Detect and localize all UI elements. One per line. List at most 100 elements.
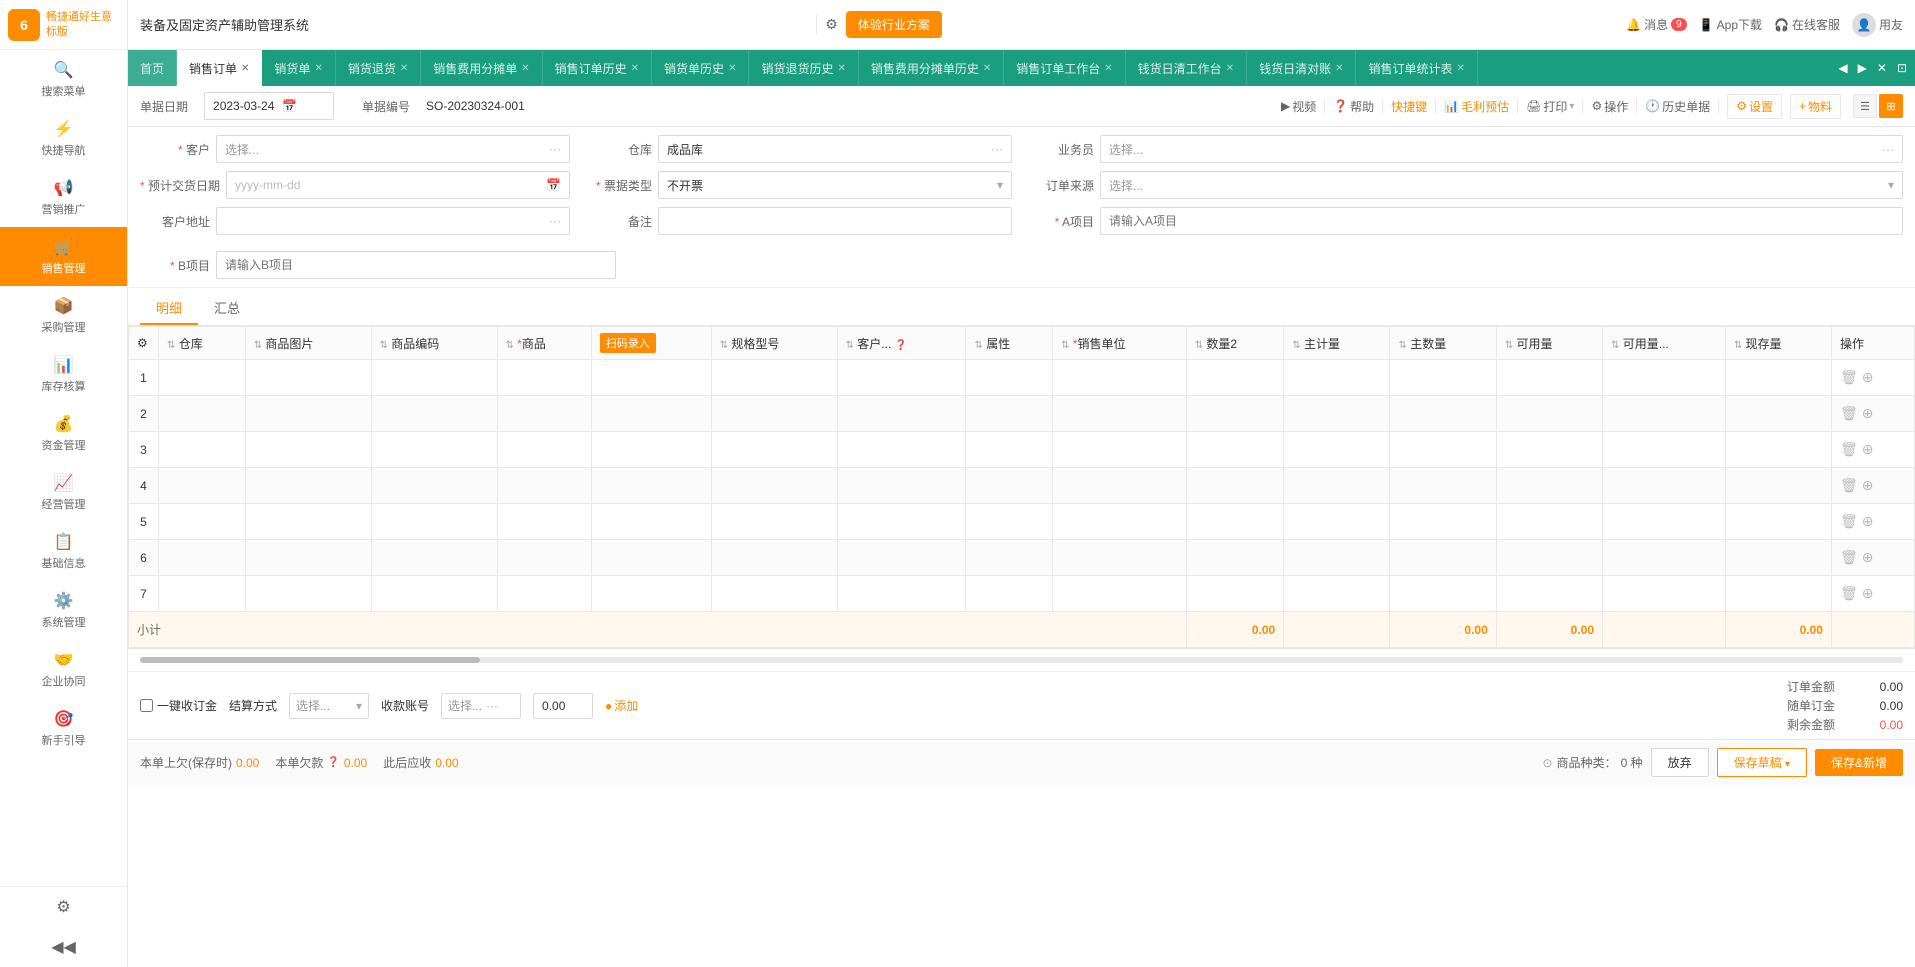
row-1-qty2[interactable] (1186, 360, 1284, 396)
copy-row-1[interactable]: ⊕ (1862, 369, 1874, 386)
row-1-attr[interactable] (966, 360, 1053, 396)
th-available2[interactable]: ⇅ 可用量... (1603, 327, 1726, 360)
user-avatar[interactable]: 👤 用友 (1852, 13, 1903, 37)
add-payment-btn[interactable]: ● 添加 (605, 697, 638, 714)
row-4-warehouse[interactable] (159, 468, 246, 504)
close-tab-expense-history[interactable]: ✕ (983, 63, 991, 74)
row-1-avail2[interactable] (1603, 360, 1726, 396)
sidebar-item-guide[interactable]: 🎯 新手引导 (0, 699, 127, 758)
th-available[interactable]: ⇅ 可用量 (1496, 327, 1602, 360)
row-6-cust-code[interactable] (837, 540, 966, 576)
delete-row-7[interactable]: 🗑 (1840, 585, 1858, 602)
save-draft-btn[interactable]: 保存草稿 ▾ (1717, 748, 1807, 777)
close-tab-invoice-history[interactable]: ✕ (728, 63, 736, 74)
row-3-avail[interactable] (1496, 432, 1602, 468)
close-tab-cash-reconcile[interactable]: ✕ (1335, 63, 1343, 74)
nav-expand-btn[interactable]: ⊡ (1893, 59, 1911, 77)
sidebar-settings[interactable]: ⚙ (0, 887, 127, 927)
sidebar-item-purchase[interactable]: 📦 采购管理 (0, 286, 127, 345)
scan-input-btn[interactable]: 扫码录入 (600, 333, 656, 353)
row-5-product[interactable] (497, 504, 591, 540)
tab-invoice-history[interactable]: 销货单历史 ✕ (652, 50, 749, 86)
row-1-cust-code[interactable] (837, 360, 966, 396)
th-customer-code[interactable]: ⇅ 客户... ❓ (837, 327, 966, 360)
row-6-code[interactable] (371, 540, 497, 576)
history-btn[interactable]: 🕐 历史单据 (1645, 98, 1710, 115)
customer-addr-input[interactable]: ··· (216, 207, 570, 235)
scroll-thumb[interactable] (140, 657, 480, 663)
close-tab-sales-order[interactable]: ✕ (241, 63, 249, 74)
help-btn[interactable]: ❓ 帮助 (1333, 98, 1374, 115)
row-1-product[interactable] (497, 360, 591, 396)
tab-return-history[interactable]: 销货退货历史 ✕ (749, 50, 858, 86)
row-3-stock[interactable] (1725, 432, 1831, 468)
row-2-avail2[interactable] (1603, 396, 1726, 432)
nav-next-btn[interactable]: ▶ (1854, 59, 1871, 77)
delivery-date-input[interactable]: yyyy-mm-dd 📅 (226, 171, 570, 199)
row-7-main-unit[interactable] (1284, 576, 1390, 612)
row-3-main-qty[interactable] (1390, 432, 1496, 468)
tab-sales-stats[interactable]: 销售订单统计表 ✕ (1356, 50, 1477, 86)
row-1-unit[interactable] (1053, 360, 1187, 396)
operations-btn[interactable]: ⚙ 操作 (1591, 98, 1628, 115)
row-5-unit[interactable] (1053, 504, 1187, 540)
row-2-warehouse[interactable] (159, 396, 246, 432)
row-2-main-unit[interactable] (1284, 396, 1390, 432)
copy-row-3[interactable]: ⊕ (1862, 441, 1874, 458)
row-6-unit[interactable] (1053, 540, 1187, 576)
online-support-btn[interactable]: 🎧 在线客服 (1774, 16, 1840, 33)
row-1-main-unit[interactable] (1284, 360, 1390, 396)
row-3-qty2[interactable] (1186, 432, 1284, 468)
th-stock[interactable]: ⇅ 现存量 (1725, 327, 1831, 360)
row-2-product[interactable] (497, 396, 591, 432)
row-1-code[interactable] (371, 360, 497, 396)
row-4-stock[interactable] (1725, 468, 1831, 504)
th-code[interactable]: ⇅ 商品编码 (371, 327, 497, 360)
th-spec[interactable]: ⇅ 规格型号 (711, 327, 837, 360)
row-7-cust-code[interactable] (837, 576, 966, 612)
delete-row-4[interactable]: 🗑 (1840, 477, 1858, 494)
horizontal-scrollbar[interactable] (140, 657, 1903, 663)
row-5-attr[interactable] (966, 504, 1053, 540)
save-new-btn[interactable]: 保存&新增 (1815, 749, 1903, 776)
th-unit[interactable]: ⇅ *销售单位 (1053, 327, 1187, 360)
row-1-stock[interactable] (1725, 360, 1831, 396)
row-2-qty2[interactable] (1186, 396, 1284, 432)
row-7-product[interactable] (497, 576, 591, 612)
row-4-main-unit[interactable] (1284, 468, 1390, 504)
row-5-avail2[interactable] (1603, 504, 1726, 540)
sidebar-item-sales[interactable]: 🛒 销售管理 (0, 227, 127, 286)
row-5-warehouse[interactable] (159, 504, 246, 540)
row-7-avail[interactable] (1496, 576, 1602, 612)
th-image[interactable]: ⇅ 商品图片 (245, 327, 371, 360)
row-6-main-qty[interactable] (1390, 540, 1496, 576)
row-7-unit[interactable] (1053, 576, 1187, 612)
row-7-warehouse[interactable] (159, 576, 246, 612)
account-select[interactable]: 选择... ··· (441, 693, 521, 719)
close-tab-expense-split[interactable]: ✕ (521, 63, 529, 74)
row-3-spec[interactable] (711, 432, 837, 468)
sidebar-collapse[interactable]: ◀◀ (0, 927, 127, 967)
sidebar-item-marketing[interactable]: 📢 营销推广 (0, 168, 127, 227)
row-4-product[interactable] (497, 468, 591, 504)
nav-more-btn[interactable]: ✕ (1873, 59, 1891, 77)
profit-forecast-btn[interactable]: 📊 毛利预估 (1444, 98, 1509, 115)
row-6-attr[interactable] (966, 540, 1053, 576)
tab-order-workbench[interactable]: 销售订单工作台 ✕ (1004, 50, 1125, 86)
row-4-qty2[interactable] (1186, 468, 1284, 504)
view-btn[interactable]: ▶ 视频 (1281, 98, 1316, 115)
close-tab-return[interactable]: ✕ (400, 63, 408, 74)
row-3-code[interactable] (371, 432, 497, 468)
col-settings-icon[interactable]: ⚙ (137, 336, 148, 350)
tab-home[interactable]: 首页 (128, 50, 177, 86)
row-7-spec[interactable] (711, 576, 837, 612)
tab-cash-reconcile[interactable]: 钱货日清对账 ✕ (1247, 50, 1356, 86)
one-click-deposit-checkbox[interactable]: 一键收订金 (140, 697, 217, 714)
row-6-avail2[interactable] (1603, 540, 1726, 576)
settings-panel-btn[interactable]: ⚙ 设置 (1727, 94, 1782, 119)
delete-row-3[interactable]: 🗑 (1840, 441, 1858, 458)
row-4-main-qty[interactable] (1390, 468, 1496, 504)
sidebar-item-system[interactable]: ⚙️ 系统管理 (0, 581, 127, 640)
row-6-qty2[interactable] (1186, 540, 1284, 576)
notes-input[interactable] (658, 207, 1012, 235)
